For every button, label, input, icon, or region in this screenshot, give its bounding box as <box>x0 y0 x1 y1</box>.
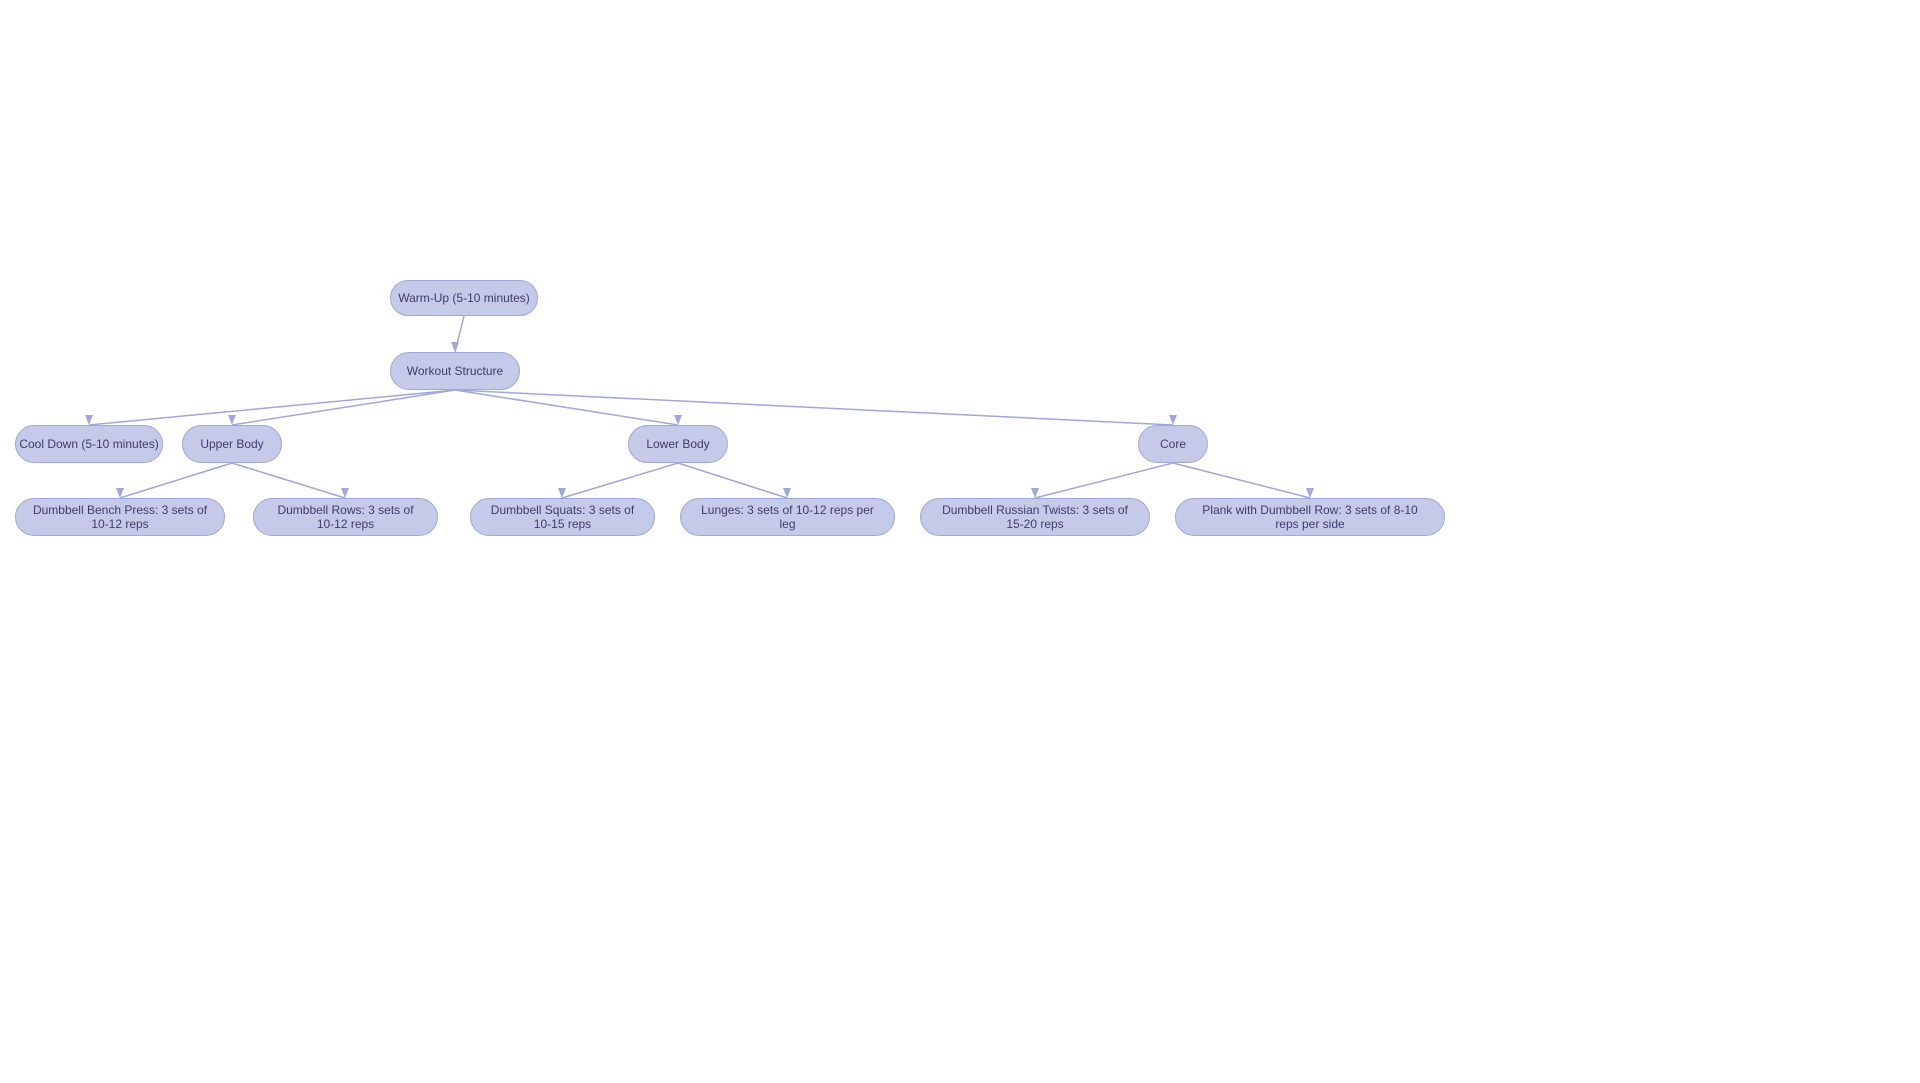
plank-row-label: Plank with Dumbbell Row: 3 sets of 8-10 … <box>1190 503 1430 531</box>
russian-twists-label: Dumbbell Russian Twists: 3 sets of 15-20… <box>935 503 1135 531</box>
node-russian-twists: Dumbbell Russian Twists: 3 sets of 15-20… <box>920 498 1150 536</box>
lower-body-label: Lower Body <box>646 437 709 451</box>
node-lower-body: Lower Body <box>628 425 728 463</box>
upper-body-label: Upper Body <box>200 437 263 451</box>
node-workout-structure: Workout Structure <box>390 352 520 390</box>
node-dumbbell-rows: Dumbbell Rows: 3 sets of 10-12 reps <box>253 498 438 536</box>
squats-label: Dumbbell Squats: 3 sets of 10-15 reps <box>485 503 640 531</box>
node-bench-press: Dumbbell Bench Press: 3 sets of 10-12 re… <box>15 498 225 536</box>
node-warm-up: Warm-Up (5-10 minutes) <box>390 280 538 316</box>
node-upper-body: Upper Body <box>182 425 282 463</box>
node-lunges: Lunges: 3 sets of 10-12 reps per leg <box>680 498 895 536</box>
dumbbell-rows-label: Dumbbell Rows: 3 sets of 10-12 reps <box>268 503 423 531</box>
node-core: Core <box>1138 425 1208 463</box>
core-label: Core <box>1160 437 1186 451</box>
diagram-container: Warm-Up (5-10 minutes) Workout Structure… <box>0 0 1920 1083</box>
node-squats: Dumbbell Squats: 3 sets of 10-15 reps <box>470 498 655 536</box>
workout-structure-label: Workout Structure <box>407 364 503 378</box>
cool-down-label: Cool Down (5-10 minutes) <box>19 437 158 451</box>
node-plank-row: Plank with Dumbbell Row: 3 sets of 8-10 … <box>1175 498 1445 536</box>
connectors-svg <box>0 0 1920 1083</box>
lunges-label: Lunges: 3 sets of 10-12 reps per leg <box>695 503 880 531</box>
node-cool-down: Cool Down (5-10 minutes) <box>15 425 163 463</box>
bench-press-label: Dumbbell Bench Press: 3 sets of 10-12 re… <box>30 503 210 531</box>
warm-up-label: Warm-Up (5-10 minutes) <box>398 291 530 305</box>
